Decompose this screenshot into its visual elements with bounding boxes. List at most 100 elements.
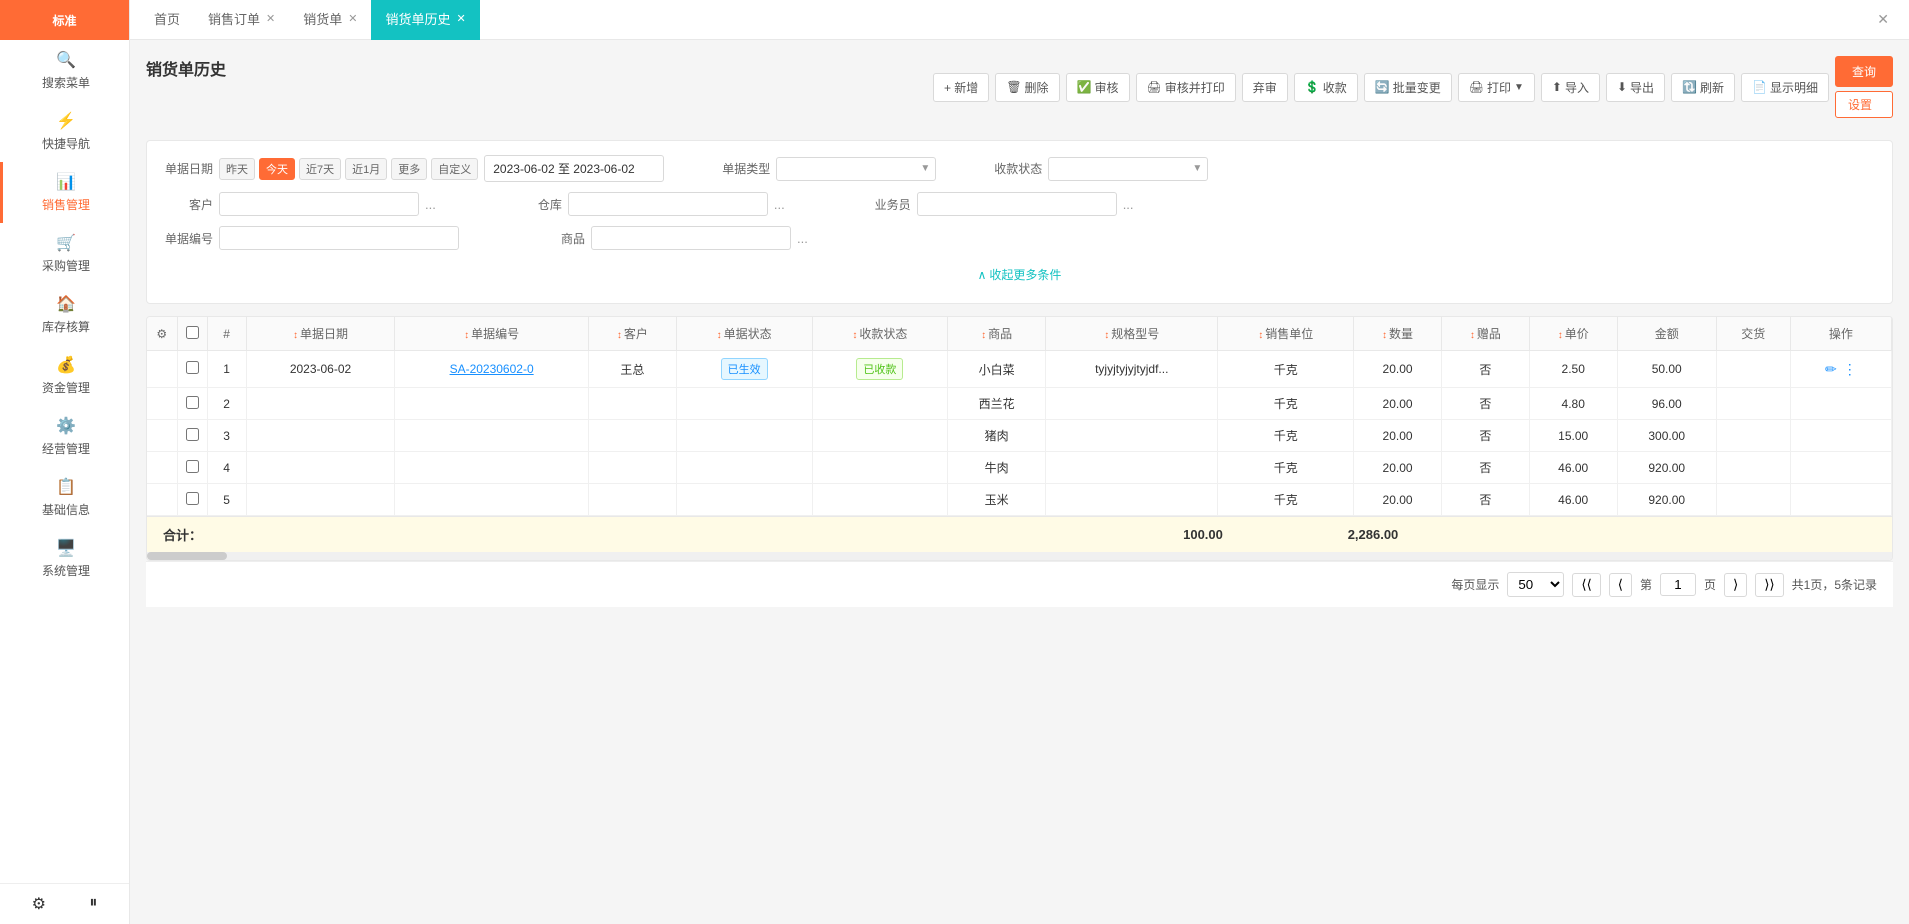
- agent-input[interactable]: [917, 192, 1117, 216]
- sidebar-item-label: 快捷导航: [42, 135, 90, 152]
- tab-sales-goods[interactable]: 销货单 ✕: [289, 0, 371, 40]
- tab-close-sales-goods[interactable]: ✕: [348, 12, 357, 25]
- collapse-button[interactable]: ∧ 收起更多条件: [978, 266, 1062, 283]
- sidebar-item-finance-mgmt[interactable]: 💰 资金管理: [0, 345, 129, 406]
- sidebar-item-label: 基础信息: [42, 501, 90, 518]
- select-all-checkbox[interactable]: [186, 326, 199, 339]
- th-doc-status[interactable]: 单据状态: [676, 317, 812, 351]
- th-doc-date[interactable]: 单据日期: [246, 317, 394, 351]
- date-label: 单据日期: [163, 160, 213, 177]
- sidebar-item-purchase-mgmt[interactable]: 🛒 采购管理: [0, 223, 129, 284]
- row-doc-no[interactable]: [395, 484, 589, 516]
- date-btn-7days[interactable]: 近7天: [299, 158, 341, 180]
- warehouse-more-icon[interactable]: ...: [774, 197, 785, 212]
- tab-close-sales-history[interactable]: ✕: [457, 12, 466, 25]
- next-page-button[interactable]: ⟩: [1724, 573, 1747, 597]
- date-btn-custom[interactable]: 自定义: [431, 158, 478, 180]
- row-doc-no[interactable]: [395, 420, 589, 452]
- th-checkbox[interactable]: [177, 317, 207, 351]
- th-gift[interactable]: 赠品: [1441, 317, 1529, 351]
- scroll-thumb[interactable]: [147, 552, 227, 560]
- warehouse-input[interactable]: [568, 192, 768, 216]
- horizontal-scrollbar[interactable]: [147, 552, 1892, 560]
- delete-button[interactable]: 🗑 删除: [995, 73, 1059, 102]
- row-doc-no[interactable]: [395, 452, 589, 484]
- row-checkbox[interactable]: [177, 388, 207, 420]
- th-pay-status[interactable]: 收款状态: [812, 317, 948, 351]
- th-gear[interactable]: ⚙: [147, 317, 177, 351]
- export-button[interactable]: ⬇ 导出: [1606, 73, 1665, 102]
- goods-more-icon[interactable]: ...: [797, 231, 808, 246]
- row-select-checkbox[interactable]: [186, 460, 199, 473]
- row-customer: [588, 484, 676, 516]
- page-number-input[interactable]: [1660, 573, 1696, 596]
- import-button[interactable]: ⬆ 导入: [1541, 73, 1600, 102]
- customer-input[interactable]: [219, 192, 419, 216]
- th-customer[interactable]: 客户: [588, 317, 676, 351]
- agent-more-icon[interactable]: ...: [1123, 197, 1134, 212]
- per-page-label: 每页显示: [1451, 576, 1499, 593]
- doc-type-select[interactable]: [776, 157, 936, 181]
- payment-status-select[interactable]: [1048, 157, 1208, 181]
- date-btn-yesterday[interactable]: 昨天: [219, 158, 255, 180]
- tab-close-sales-order[interactable]: ✕: [266, 12, 275, 25]
- sidebar-item-inventory[interactable]: 🏠 库存核算: [0, 284, 129, 345]
- th-spec[interactable]: 规格型号: [1046, 317, 1218, 351]
- th-qty[interactable]: 数量: [1354, 317, 1442, 351]
- last-page-button[interactable]: ⟩⟩: [1755, 573, 1783, 597]
- th-unit[interactable]: 销售单位: [1218, 317, 1354, 351]
- sidebar-item-basic-info[interactable]: 📋 基础信息: [0, 467, 129, 528]
- row-select-checkbox[interactable]: [186, 428, 199, 441]
- per-page-select[interactable]: 50 100 200: [1507, 572, 1564, 597]
- row-checkbox[interactable]: [177, 484, 207, 516]
- settings-button[interactable]: 设置: [1835, 91, 1893, 118]
- new-button[interactable]: + 新增: [933, 73, 989, 102]
- row-select-checkbox[interactable]: [186, 361, 199, 374]
- date-btn-1month[interactable]: 近1月: [345, 158, 387, 180]
- sidebar-collapse-icon[interactable]: ⏸: [89, 894, 97, 914]
- customer-more-icon[interactable]: ...: [425, 197, 436, 212]
- edit-icon[interactable]: ✏: [1825, 361, 1837, 377]
- date-btn-today[interactable]: 今天: [259, 158, 295, 180]
- refresh-button[interactable]: 🔃 刷新: [1671, 73, 1735, 102]
- row-gear: [147, 484, 177, 516]
- row-select-checkbox[interactable]: [186, 492, 199, 505]
- page-label: 第: [1640, 576, 1652, 593]
- goods-input[interactable]: [591, 226, 791, 250]
- sidebar-item-sales-mgmt[interactable]: 📊 销售管理: [0, 162, 129, 223]
- sidebar-item-operations-mgmt[interactable]: ⚙️ 经营管理: [0, 406, 129, 467]
- column-settings-icon[interactable]: ⚙: [153, 327, 171, 341]
- tab-close-all[interactable]: ✕: [1867, 11, 1899, 28]
- abandon-button[interactable]: 弃审: [1242, 73, 1288, 102]
- row-select-checkbox[interactable]: [186, 396, 199, 409]
- sidebar-item-quick-nav[interactable]: ⚡ 快捷导航: [0, 101, 129, 162]
- date-btn-more[interactable]: 更多: [391, 158, 427, 180]
- row-doc-no[interactable]: SA-20230602-0: [395, 351, 589, 388]
- doc-no-input[interactable]: [219, 226, 459, 250]
- sidebar-item-search-menu[interactable]: 🔍 搜索菜单: [0, 40, 129, 101]
- prev-page-button[interactable]: ⟨: [1609, 573, 1632, 597]
- tab-home[interactable]: 首页: [140, 0, 194, 40]
- row-doc-no[interactable]: [395, 388, 589, 420]
- date-range-input[interactable]: 2023-06-02 至 2023-06-02: [484, 155, 664, 182]
- audit-print-button[interactable]: 🖨 审核并打印: [1136, 73, 1236, 102]
- sidebar-settings-icon[interactable]: ⚙: [32, 894, 46, 914]
- query-button[interactable]: 查询: [1835, 56, 1893, 87]
- row-checkbox[interactable]: [177, 420, 207, 452]
- row-checkbox[interactable]: [177, 351, 207, 388]
- tab-sales-history[interactable]: 销货单历史 ✕: [371, 0, 479, 40]
- th-price[interactable]: 单价: [1529, 317, 1617, 351]
- more-icon[interactable]: ⋮: [1843, 361, 1857, 377]
- th-doc-no[interactable]: 单据编号: [395, 317, 589, 351]
- show-details-button[interactable]: 📄 显示明细: [1741, 73, 1829, 102]
- collect-button[interactable]: 💲 收款: [1294, 73, 1358, 102]
- tab-sales-order[interactable]: 销售订单 ✕: [194, 0, 289, 40]
- audit-button[interactable]: ✅ 审核: [1066, 73, 1130, 102]
- row-checkbox[interactable]: [177, 452, 207, 484]
- first-page-button[interactable]: ⟨⟨: [1572, 573, 1600, 597]
- print-button[interactable]: 🖨 打印 ▼: [1458, 73, 1535, 102]
- batch-change-button[interactable]: 🔄 批量变更: [1364, 73, 1452, 102]
- row-goods: 牛肉: [948, 452, 1046, 484]
- sidebar-item-system-mgmt[interactable]: 🖥️ 系统管理: [0, 528, 129, 589]
- th-goods[interactable]: 商品: [948, 317, 1046, 351]
